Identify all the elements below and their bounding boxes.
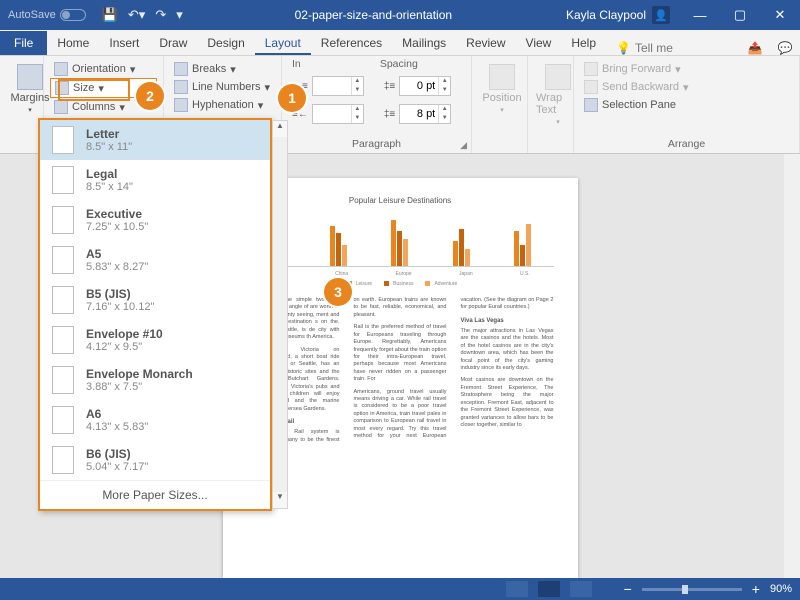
paragraph-launcher-icon[interactable]: ◢ bbox=[460, 140, 467, 151]
page-icon bbox=[52, 206, 74, 234]
callout-2: 2 bbox=[136, 82, 164, 110]
size-dropdown: ▲▼ Letter8.5" x 11"Legal8.5" x 14"Execut… bbox=[38, 118, 272, 511]
tab-review[interactable]: Review bbox=[456, 32, 515, 55]
zoom-in-button[interactable]: + bbox=[752, 581, 760, 597]
chart bbox=[247, 211, 554, 267]
tab-home[interactable]: Home bbox=[47, 32, 99, 55]
breaks-button[interactable]: Breaks ▾ bbox=[170, 60, 275, 78]
restore-button[interactable]: ▢ bbox=[720, 7, 760, 23]
page-icon bbox=[52, 446, 74, 474]
spacing-after[interactable]: ‡≡▲▼ bbox=[380, 102, 455, 126]
selection-pane-button[interactable]: Selection Pane bbox=[580, 96, 793, 114]
tab-references[interactable]: References bbox=[311, 32, 392, 55]
callout-3: 3 bbox=[324, 278, 352, 306]
page-icon bbox=[52, 126, 74, 154]
tab-draw[interactable]: Draw bbox=[149, 32, 197, 55]
page-icon bbox=[52, 286, 74, 314]
send-backward-button: Send Backward ▾ bbox=[580, 78, 793, 96]
spacing-label: Spacing bbox=[380, 58, 455, 70]
document-title: 02-paper-size-and-orientation bbox=[191, 8, 556, 22]
qat-more-icon[interactable]: ▾ bbox=[176, 7, 183, 23]
tab-file[interactable]: File bbox=[0, 31, 47, 55]
zoom-slider[interactable] bbox=[642, 588, 742, 591]
tab-layout[interactable]: Layout bbox=[255, 32, 311, 55]
save-icon[interactable]: 💾 bbox=[102, 7, 118, 23]
size-option-b5-jis-[interactable]: B5 (JIS)7.16" x 10.12" bbox=[40, 280, 270, 320]
hyphenation-button[interactable]: Hyphenation ▾ bbox=[170, 96, 275, 114]
spacing-before[interactable]: ‡≡▲▼ bbox=[380, 74, 455, 98]
more-paper-sizes[interactable]: More Paper Sizes... bbox=[40, 480, 270, 509]
size-option-executive[interactable]: Executive7.25" x 10.5" bbox=[40, 200, 270, 240]
size-option-envelope-10[interactable]: Envelope #104.12" x 9.5" bbox=[40, 320, 270, 360]
paragraph-group-label: Paragraph bbox=[352, 138, 401, 150]
minimize-button[interactable]: — bbox=[680, 8, 720, 23]
size-option-b6-jis-[interactable]: B6 (JIS)5.04" x 7.17" bbox=[40, 440, 270, 480]
share-button[interactable]: 📤 bbox=[740, 41, 770, 55]
page-icon bbox=[52, 366, 74, 394]
page-icon bbox=[52, 246, 74, 274]
read-mode-icon[interactable] bbox=[506, 581, 528, 597]
comments-button[interactable]: 💬 bbox=[770, 41, 800, 55]
tell-me-search[interactable]: 💡 Tell me bbox=[606, 41, 673, 55]
chart-title: Popular Leisure Destinations bbox=[247, 196, 554, 205]
tab-design[interactable]: Design bbox=[197, 32, 254, 55]
position-button: Position▾ bbox=[478, 60, 526, 118]
size-option-envelope-monarch[interactable]: Envelope Monarch3.88" x 7.5" bbox=[40, 360, 270, 400]
dropdown-scrollbar[interactable]: ▲▼ bbox=[272, 120, 288, 509]
bring-forward-button: Bring Forward ▾ bbox=[580, 60, 793, 78]
page-icon bbox=[52, 326, 74, 354]
vertical-scrollbar[interactable] bbox=[784, 154, 800, 578]
zoom-level[interactable]: 90% bbox=[770, 583, 792, 595]
tab-insert[interactable]: Insert bbox=[99, 32, 149, 55]
tab-view[interactable]: View bbox=[516, 32, 562, 55]
undo-icon[interactable]: ↶▾ bbox=[128, 7, 145, 23]
ribbon-tabs: File Home Insert Draw Design Layout Refe… bbox=[0, 30, 800, 56]
arrange-group-label: Arrange bbox=[574, 138, 799, 153]
web-layout-icon[interactable] bbox=[570, 581, 592, 597]
status-bar: − + 90% bbox=[0, 578, 800, 600]
title-bar: AutoSave 💾 ↶▾ ↷ ▾ 02-paper-size-and-orie… bbox=[0, 0, 800, 30]
redo-icon[interactable]: ↷ bbox=[155, 7, 166, 23]
autosave-toggle[interactable]: AutoSave bbox=[0, 9, 94, 21]
line-numbers-button[interactable]: Line Numbers ▾ bbox=[170, 78, 275, 96]
tab-mailings[interactable]: Mailings bbox=[392, 32, 456, 55]
size-option-letter[interactable]: Letter8.5" x 11" bbox=[40, 120, 270, 160]
size-option-a5[interactable]: A55.83" x 8.27" bbox=[40, 240, 270, 280]
close-button[interactable]: ✕ bbox=[760, 7, 800, 23]
page-icon bbox=[52, 406, 74, 434]
size-button-highlight bbox=[58, 79, 130, 101]
callout-1: 1 bbox=[278, 84, 306, 112]
size-option-legal[interactable]: Legal8.5" x 14" bbox=[40, 160, 270, 200]
tab-help[interactable]: Help bbox=[561, 32, 606, 55]
print-layout-icon[interactable] bbox=[538, 581, 560, 597]
zoom-out-button[interactable]: − bbox=[624, 581, 632, 597]
size-option-a6[interactable]: A64.13" x 5.83" bbox=[40, 400, 270, 440]
page-icon bbox=[52, 166, 74, 194]
orientation-button[interactable]: Orientation ▾ bbox=[50, 60, 157, 78]
account-button[interactable]: Kayla Claypool👤 bbox=[556, 6, 680, 24]
